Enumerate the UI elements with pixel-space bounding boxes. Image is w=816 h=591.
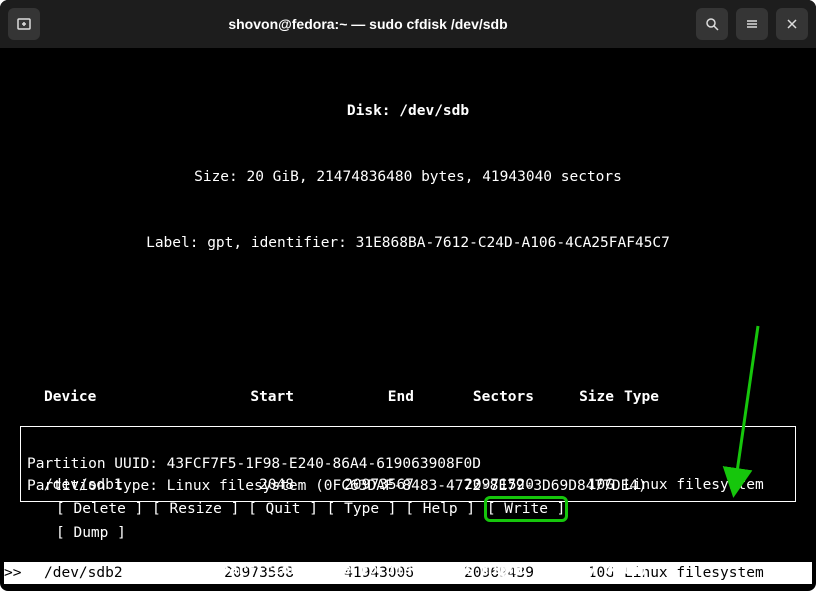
resize-button[interactable]: [ Resize ] — [152, 501, 239, 517]
partition-uuid: Partition UUID: 43FCF7F5-1F98-E240-86A4-… — [27, 456, 481, 472]
col-type: Type — [614, 386, 659, 408]
delete-button[interactable]: [ Delete ] — [56, 501, 143, 517]
menu-bar: [ Delete ] [ Resize ] [ Quit ] [ Type ] … — [0, 496, 816, 544]
search-button[interactable] — [696, 8, 728, 40]
col-start: Start — [184, 386, 294, 408]
close-button[interactable] — [776, 8, 808, 40]
dump-button[interactable]: [ Dump ] — [56, 525, 126, 541]
partition-info-box: Partition UUID: 43FCF7F5-1F98-E240-86A4-… — [20, 426, 796, 502]
status-line: Write partition table to disk (this migh… — [0, 562, 816, 578]
titlebar: shovon@fedora:~ — sudo cfdisk /dev/sdb — [0, 0, 816, 48]
col-device: Device — [44, 386, 184, 408]
col-size: Size — [534, 386, 614, 408]
new-tab-button[interactable] — [8, 8, 40, 40]
disk-line: Disk: /dev/sdb — [4, 100, 812, 122]
write-button[interactable]: [ Write ] — [484, 496, 569, 522]
size-line: Size: 20 GiB, 21474836480 bytes, 4194304… — [4, 166, 812, 188]
terminal-window: shovon@fedora:~ — sudo cfdisk /dev/sdb D… — [0, 0, 816, 591]
quit-button[interactable]: [ Quit ] — [248, 501, 318, 517]
window-title: shovon@fedora:~ — sudo cfdisk /dev/sdb — [40, 16, 696, 32]
partition-type: Partition type: Linux filesystem (0FC63D… — [27, 478, 647, 494]
help-button[interactable]: [ Help ] — [405, 501, 475, 517]
label-line: Label: gpt, identifier: 31E868BA-7612-C2… — [4, 232, 812, 254]
menu-button[interactable] — [736, 8, 768, 40]
table-header: Device Start End Sectors Size Type — [4, 386, 812, 408]
type-button[interactable]: [ Type ] — [327, 501, 397, 517]
col-end: End — [294, 386, 414, 408]
col-sectors: Sectors — [414, 386, 534, 408]
